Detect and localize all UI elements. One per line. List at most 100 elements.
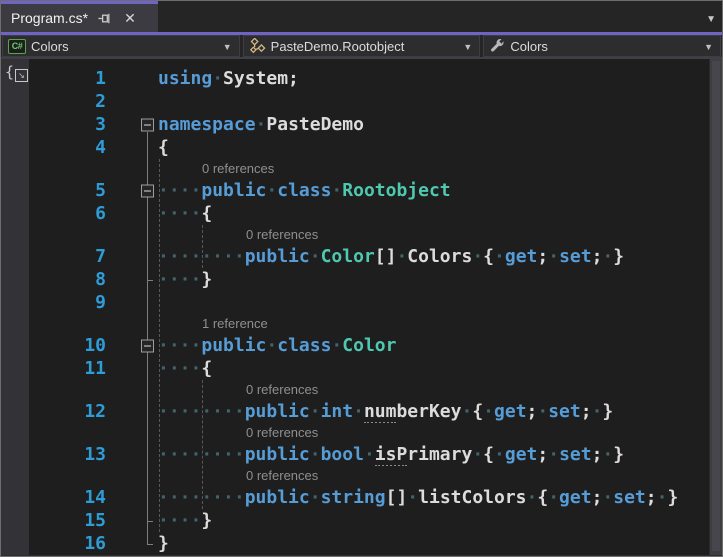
code-text[interactable]: ····public·class·Color (157, 334, 709, 357)
code-token: isP (374, 444, 408, 466)
code-text[interactable]: { (157, 136, 709, 159)
scrollbar-thumb[interactable] (712, 61, 720, 551)
tab-well-dropdown-icon[interactable]: ▼ (706, 14, 716, 25)
code-line[interactable]: 12 ········public·int·numberKey·{·get;·se… (29, 400, 709, 423)
codelens-link[interactable]: 0 references (157, 380, 709, 400)
code-token: num (363, 401, 397, 423)
code-line[interactable]: 1 using·System; (29, 67, 709, 90)
code-token: get (504, 444, 538, 465)
outlining-margin[interactable] (113, 334, 157, 357)
outlining-margin (113, 245, 157, 268)
code-token: ; (580, 401, 592, 422)
code-line[interactable]: 16} (29, 532, 709, 555)
project-dropdown[interactable]: C# Colors ▼ (2, 35, 240, 57)
codelens-row[interactable]: 0 references (29, 380, 709, 400)
whitespace-dots: · (494, 444, 505, 465)
pin-icon[interactable] (94, 9, 114, 27)
tab-title: Program.cs* (11, 10, 89, 26)
code-rows: 1 using·System; 2 3 namespace·PasteDemo 4{0 r… (29, 67, 709, 555)
codelens-link[interactable]: 0 references (157, 225, 709, 245)
vertical-scrollbar[interactable] (709, 59, 722, 555)
collapse-box[interactable] (141, 184, 154, 197)
code-text[interactable] (157, 291, 709, 314)
outlining-margin[interactable] (113, 179, 157, 202)
outline-line (147, 159, 148, 179)
whitespace-dots: ········ (158, 444, 245, 465)
code-text[interactable]: ····} (157, 509, 709, 532)
codelens-link[interactable]: 0 references (157, 159, 709, 179)
outline-line (147, 314, 148, 334)
code-text[interactable]: ········public·Color[]·Colors·{·get;·set… (157, 245, 709, 268)
code-text[interactable]: ····public·class·Rootobject (157, 179, 709, 202)
code-line[interactable]: 5 ····public·class·Rootobject (29, 179, 709, 202)
codelens-link[interactable]: 1 reference (157, 314, 709, 334)
code-text[interactable]: } (157, 532, 709, 555)
code-token: [] (374, 246, 397, 267)
brace-box-icon: { ↘ (5, 65, 29, 82)
tab-program-cs[interactable]: Program.cs* ✕ (1, 1, 158, 32)
codelens-link[interactable]: 0 references (157, 466, 709, 486)
code-token: public (201, 180, 267, 201)
code-text[interactable]: namespace·PasteDemo (157, 113, 709, 136)
code-editor[interactable]: { ↘ 1 using·System; 2 3 namespace·PasteDemo 4… (1, 59, 722, 555)
code-text[interactable]: using·System; (157, 67, 709, 90)
codelens-row[interactable]: 0 references (29, 225, 709, 245)
code-token: public (244, 246, 310, 267)
codelens-row[interactable]: 0 references (29, 423, 709, 443)
code-token: using (158, 68, 213, 89)
code-line[interactable]: 11 ····{ (29, 357, 709, 380)
code-text[interactable]: ····{ (157, 202, 709, 225)
code-text[interactable]: ····} (157, 268, 709, 291)
code-token: get (504, 246, 538, 267)
outline-line (147, 380, 148, 400)
outline-line (147, 532, 148, 544)
outline-line (147, 291, 148, 314)
code-line[interactable]: 6 ····{ (29, 202, 709, 225)
csharp-project-icon: C# (8, 38, 26, 54)
member-dropdown[interactable]: Colors ▼ (483, 35, 722, 57)
line-number: 1 (95, 68, 106, 89)
code-line[interactable]: 14 ········public·string[]·listColors·{·g… (29, 486, 709, 509)
code-line[interactable]: 15 ····} (29, 509, 709, 532)
whitespace-dots: · (309, 487, 321, 508)
code-line[interactable]: 7 ········public·Color[]·Colors·{·get;·se… (29, 245, 709, 268)
close-icon[interactable]: ✕ (120, 9, 140, 27)
code-line[interactable]: 10 ····public·class·Color (29, 334, 709, 357)
code-text[interactable]: ········public·string[]·listColors·{·get… (157, 486, 709, 509)
code-token: namespace (158, 114, 256, 135)
code-token: Color (342, 335, 397, 356)
codelens-row[interactable]: 0 references (29, 466, 709, 486)
code-line[interactable]: 2 (29, 90, 709, 113)
whitespace-dots: · (548, 487, 560, 508)
code-text[interactable] (157, 90, 709, 113)
outlining-margin (113, 136, 157, 159)
whitespace-dots: · (255, 114, 267, 135)
whitespace-dots: ···· (158, 180, 202, 201)
code-line[interactable]: 3 namespace·PasteDemo (29, 113, 709, 136)
code-text[interactable]: ········public·int·numberKey·{·get;·set;… (157, 400, 709, 423)
code-line[interactable]: 13 ········public·bool·isPrimary·{·get;·s… (29, 443, 709, 466)
codelens-link[interactable]: 0 references (157, 423, 709, 443)
code-line[interactable]: 8 ····} (29, 268, 709, 291)
code-token: ; (537, 246, 549, 267)
collapse-box[interactable] (141, 118, 154, 131)
codelens-row[interactable]: 0 references (29, 159, 709, 179)
collapse-box[interactable] (141, 339, 154, 352)
outlining-margin (113, 314, 157, 334)
wrench-members-icon (489, 38, 505, 54)
code-text[interactable]: ····{ (157, 357, 709, 380)
code-token: { (201, 203, 213, 224)
code-line[interactable]: 4{ (29, 136, 709, 159)
outline-line (147, 443, 148, 466)
outline-tick (147, 520, 153, 522)
code-token: ; (526, 401, 538, 422)
code-token: public (201, 335, 267, 356)
code-text[interactable]: ········public·bool·isPrimary·{·get;·set… (157, 443, 709, 466)
type-dropdown[interactable]: PasteDemo.Rootobject ▼ (242, 35, 481, 57)
line-number: 12 (84, 401, 106, 422)
whitespace-dots: ···· (158, 358, 202, 379)
outlining-margin[interactable] (113, 113, 157, 136)
code-line[interactable]: 9 (29, 291, 709, 314)
whitespace-dots: · (461, 401, 473, 422)
codelens-row[interactable]: 1 reference (29, 314, 709, 334)
